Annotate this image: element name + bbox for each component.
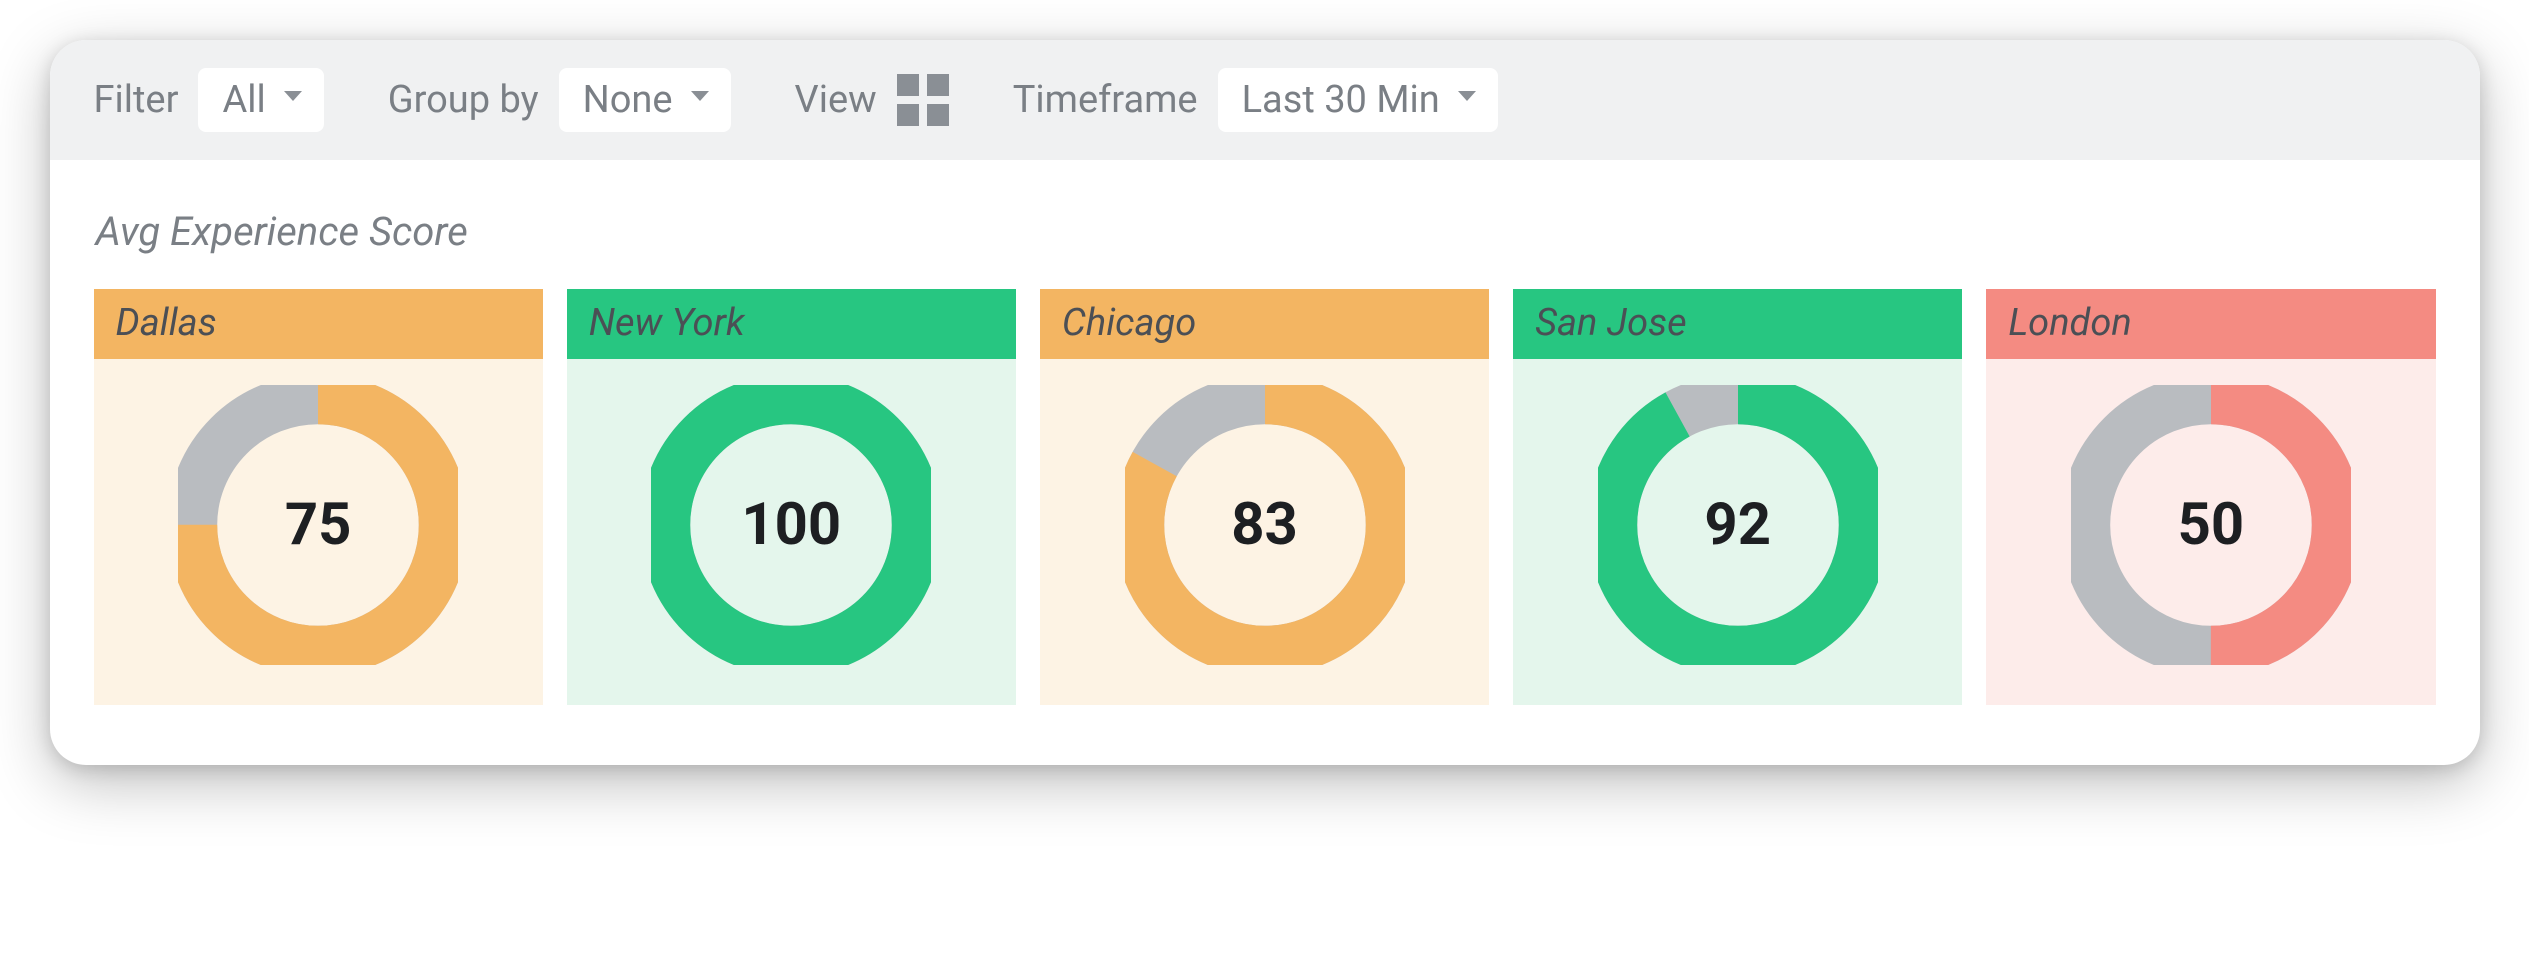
score-card-name: Dallas — [116, 301, 217, 345]
score-donut: 50 — [2071, 385, 2351, 665]
view-label: View — [795, 78, 877, 122]
filter-label: Filter — [94, 78, 179, 122]
score-card-name: London — [2008, 301, 2131, 345]
chevron-down-icon — [691, 91, 709, 101]
score-card-body: 83 — [1040, 359, 1489, 705]
groupby-value: None — [583, 78, 673, 122]
filter-control: Filter All — [94, 68, 324, 132]
timeframe-control: Timeframe Last 30 Min — [1013, 68, 1498, 132]
score-value: 50 — [2071, 385, 2351, 665]
score-card-header: Dallas — [94, 289, 543, 359]
chevron-down-icon — [1458, 91, 1476, 101]
filter-value: All — [222, 78, 265, 122]
score-card-header: San Jose — [1513, 289, 1962, 359]
score-card-body: 75 — [94, 359, 543, 705]
score-card-body: 92 — [1513, 359, 1962, 705]
groupby-dropdown[interactable]: None — [559, 68, 731, 132]
score-donut: 100 — [651, 385, 931, 665]
groupby-label: Group by — [388, 78, 539, 122]
groupby-control: Group by None — [388, 68, 731, 132]
score-donut: 75 — [178, 385, 458, 665]
chevron-down-icon — [284, 91, 302, 101]
score-card-body: 100 — [567, 359, 1016, 705]
score-card-name: New York — [589, 301, 745, 345]
score-cards-row: Dallas 75 New York 100 Chicago 83 San Jose 92 Lo… — [94, 289, 2436, 705]
timeframe-dropdown[interactable]: Last 30 Min — [1218, 68, 1498, 132]
score-card[interactable]: New York 100 — [567, 289, 1016, 705]
toolbar: Filter All Group by None View Timeframe … — [50, 40, 2480, 160]
score-value: 100 — [651, 385, 931, 665]
score-value: 75 — [178, 385, 458, 665]
score-card[interactable]: London 50 — [1986, 289, 2435, 705]
score-value: 92 — [1598, 385, 1878, 665]
score-card-body: 50 — [1986, 359, 2435, 705]
timeframe-value: Last 30 Min — [1242, 78, 1440, 122]
grid-view-icon[interactable] — [897, 74, 949, 126]
score-card[interactable]: Dallas 75 — [94, 289, 543, 705]
score-card-name: San Jose — [1535, 301, 1687, 345]
timeframe-label: Timeframe — [1013, 78, 1198, 122]
score-value: 83 — [1125, 385, 1405, 665]
content-area: Avg Experience Score Dallas 75 New York 100… — [50, 160, 2480, 765]
score-card-header: Chicago — [1040, 289, 1489, 359]
score-card[interactable]: Chicago 83 — [1040, 289, 1489, 705]
score-card-header: New York — [567, 289, 1016, 359]
score-card-header: London — [1986, 289, 2435, 359]
view-control: View — [795, 74, 949, 126]
dashboard-panel: Filter All Group by None View Timeframe … — [50, 40, 2480, 765]
score-card-name: Chicago — [1062, 301, 1196, 345]
score-donut: 83 — [1125, 385, 1405, 665]
section-title: Avg Experience Score — [96, 208, 2436, 255]
score-donut: 92 — [1598, 385, 1878, 665]
filter-dropdown[interactable]: All — [198, 68, 323, 132]
score-card[interactable]: San Jose 92 — [1513, 289, 1962, 705]
